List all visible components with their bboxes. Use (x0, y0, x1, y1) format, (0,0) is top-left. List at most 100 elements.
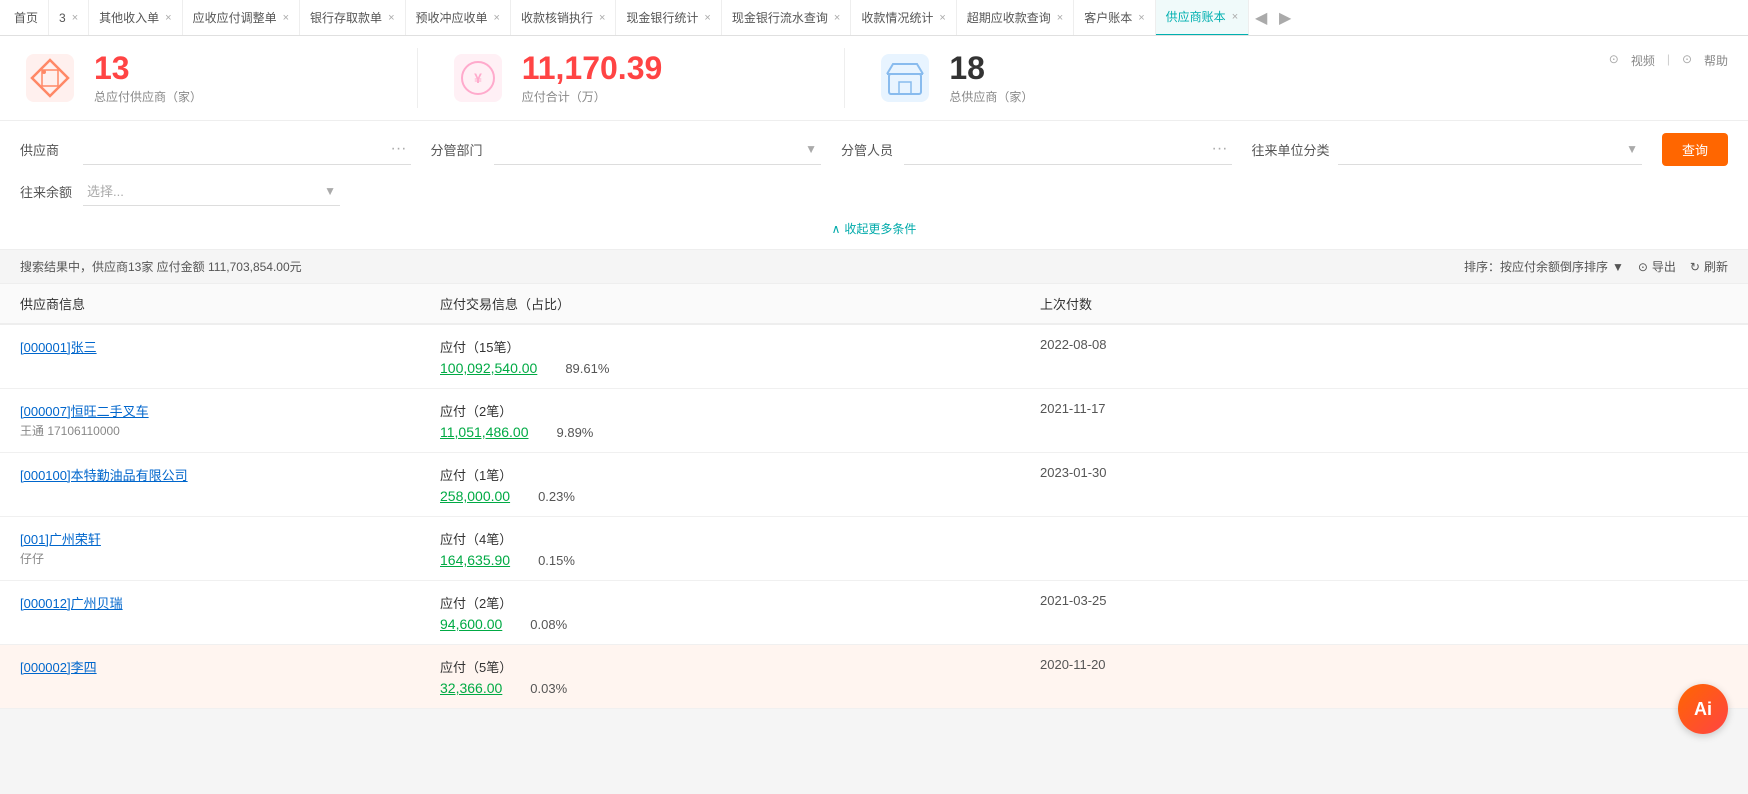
help-link[interactable]: 帮助 (1704, 52, 1728, 69)
person-filter-label: 分管人员 (841, 140, 896, 159)
balance-filter-select[interactable]: 选择... ▼ (83, 176, 340, 206)
total-suppliers-content: 18 总供应商（家） (949, 51, 1033, 105)
supplier-sub-4: 仔仔 (20, 550, 440, 567)
nav-tab-3[interactable]: 3 × (49, 0, 89, 36)
chevron-down-icon: ▼ (805, 142, 817, 156)
column-transaction-header: 应付交易信息（占比） (440, 294, 1040, 313)
transaction-amount-2[interactable]: 11,051,486.00 (440, 424, 529, 440)
transaction-amount-row-4: 164,635.90 0.15% (440, 552, 1040, 568)
stat-divider-2 (844, 48, 845, 108)
close-icon[interactable]: × (1057, 12, 1063, 24)
transaction-amount-row-6: 32,366.00 0.03% (440, 680, 1040, 696)
close-icon[interactable]: × (939, 12, 945, 24)
nav-tab-collection-stats[interactable]: 收款情况统计 × (851, 0, 956, 36)
supplier-link-3[interactable]: [000100]本特勤油品有限公司 (20, 465, 440, 484)
nav-tab-label: 首页 (14, 9, 38, 26)
nav-tab-label: 超期应收款查询 (967, 9, 1051, 26)
video-link[interactable]: 视频 (1631, 52, 1655, 69)
chevron-down-icon: ▼ (1626, 142, 1638, 156)
collapse-button[interactable]: ∧ 收起更多条件 (20, 216, 1728, 241)
transaction-amount-4[interactable]: 164,635.90 (440, 552, 510, 568)
nav-prev-arrow[interactable]: ◀ (1249, 0, 1273, 36)
nav-tab-cash-flow[interactable]: 现金银行流水查询 × (722, 0, 851, 36)
transaction-percent-6: 0.03% (530, 681, 567, 696)
supplier-link-5[interactable]: [000012]广州贝瑞 (20, 593, 440, 612)
close-icon[interactable]: × (283, 12, 289, 24)
export-button[interactable]: ⊙ 导出 (1638, 258, 1676, 275)
nav-tab-customer-ledger[interactable]: 客户账本 × (1074, 0, 1155, 36)
result-bar: 搜索结果中，供应商13家 应付金额 111,703,854.00元 排序：按应付… (0, 250, 1748, 284)
transaction-amount-1[interactable]: 100,092,540.00 (440, 360, 537, 376)
close-icon[interactable]: × (165, 12, 171, 24)
transaction-percent-1: 89.61% (565, 361, 609, 376)
payable-suppliers-content: 13 总应付供应商（家） (94, 51, 202, 105)
filter-row-2: 往来余额 选择... ▼ (20, 176, 1728, 206)
close-icon[interactable]: × (1138, 12, 1144, 24)
table-header: 供应商信息 应付交易信息（占比） 上次付数 (0, 284, 1748, 325)
header-stats: 13 总应付供应商（家） ¥ 11,170.39 应付合计（万） (0, 36, 1748, 121)
nav-tab-label: 现金银行流水查询 (732, 9, 828, 26)
nav-tab-advance[interactable]: 预收冲应收单 × (406, 0, 511, 36)
balance-filter-label: 往来余额 (20, 182, 75, 201)
nav-tab-adjust[interactable]: 应收应付调整单 × (183, 0, 300, 36)
transaction-amount-6[interactable]: 32,366.00 (440, 680, 502, 696)
total-suppliers-number: 18 (949, 51, 1033, 86)
filter-department: 分管部门 ▼ (431, 135, 822, 165)
person-filter-input[interactable]: ··· (904, 135, 1232, 165)
transaction-amount-3[interactable]: 258,000.00 (440, 488, 510, 504)
close-icon[interactable]: × (72, 12, 78, 24)
nav-next-arrow[interactable]: ▶ (1273, 0, 1297, 36)
supplier-cell-1: [000001]张三 (20, 337, 440, 356)
nav-tab-overdue[interactable]: 超期应收款查询 × (957, 0, 1074, 36)
filter-supplier: 供应商 ··· (20, 135, 411, 165)
payable-suppliers-icon (20, 48, 80, 108)
stat-divider-1 (417, 48, 418, 108)
close-icon[interactable]: × (704, 12, 710, 24)
nav-tab-supplier-ledger[interactable]: 供应商账本 × (1156, 0, 1249, 36)
close-icon[interactable]: × (494, 12, 500, 24)
nav-tab-cash-bank-stats[interactable]: 现金银行统计 × (616, 0, 721, 36)
nav-tab-label: 3 (59, 11, 66, 25)
search-button[interactable]: 查询 (1662, 133, 1728, 166)
export-icon: ⊙ (1638, 260, 1648, 274)
ai-assistant-button[interactable]: Ai (1678, 684, 1728, 734)
supplier-filter-input[interactable]: ··· (83, 135, 411, 165)
column-supplier-header: 供应商信息 (20, 294, 440, 313)
supplier-link-1[interactable]: [000001]张三 (20, 337, 440, 356)
chevron-down-icon: ▼ (1612, 260, 1624, 274)
last-pay-date-5: 2021-03-25 (1040, 593, 1107, 608)
close-icon[interactable]: × (388, 12, 394, 24)
sort-label[interactable]: 排序：按应付余额倒序排序 ▼ (1464, 258, 1624, 275)
last-pay-date-1: 2022-08-08 (1040, 337, 1107, 352)
table-body: [000001]张三 应付（15笔） 100,092,540.00 89.61%… (0, 325, 1748, 709)
payable-total-number: 11,170.39 (522, 51, 663, 86)
supplier-link-2[interactable]: [000007]恒旺二手叉车 (20, 401, 440, 420)
close-icon[interactable]: × (599, 12, 605, 24)
column-lastpay-header: 上次付数 (1040, 294, 1728, 313)
header-links: ⊙ 视频 | ⊙ 帮助 (1609, 48, 1728, 69)
transaction-amount-5[interactable]: 94,600.00 (440, 616, 502, 632)
nav-tab-label: 银行存取款单 (310, 9, 382, 26)
refresh-button[interactable]: ↻ 刷新 (1690, 258, 1728, 275)
table-row: [000002]李四 应付（5笔） 32,366.00 0.03% 2020-1… (0, 645, 1748, 709)
nav-tab-home[interactable]: 首页 (4, 0, 49, 36)
stat-total-suppliers: 18 总供应商（家） (875, 48, 1242, 108)
transaction-cell-5: 应付（2笔） 94,600.00 0.08% (440, 593, 1040, 632)
nav-tab-bank[interactable]: 银行存取款单 × (300, 0, 405, 36)
nav-tab-collection[interactable]: 收款核销执行 × (511, 0, 616, 36)
supplier-cell-2: [000007]恒旺二手叉车 王通 17106110000 (20, 401, 440, 439)
nav-tab-other-income[interactable]: 其他收入单 × (89, 0, 182, 36)
department-filter-select[interactable]: ▼ (494, 135, 822, 165)
close-icon[interactable]: × (834, 12, 840, 24)
transaction-label-4: 应付（4笔） (440, 529, 1040, 548)
last-pay-date-6: 2020-11-20 (1040, 657, 1106, 672)
last-pay-date-3: 2023-01-30 (1040, 465, 1107, 480)
filter-balance: 往来余额 选择... ▼ (20, 176, 340, 206)
supplier-link-4[interactable]: [001]广州荣轩 (20, 529, 440, 548)
close-icon[interactable]: × (1232, 11, 1238, 23)
category-filter-select[interactable]: ▼ (1338, 135, 1642, 165)
transaction-label-5: 应付（2笔） (440, 593, 1040, 612)
data-table: 供应商信息 应付交易信息（占比） 上次付数 [000001]张三 应付（15笔）… (0, 284, 1748, 709)
supplier-link-6[interactable]: [000002]李四 (20, 657, 440, 676)
transaction-percent-4: 0.15% (538, 553, 575, 568)
